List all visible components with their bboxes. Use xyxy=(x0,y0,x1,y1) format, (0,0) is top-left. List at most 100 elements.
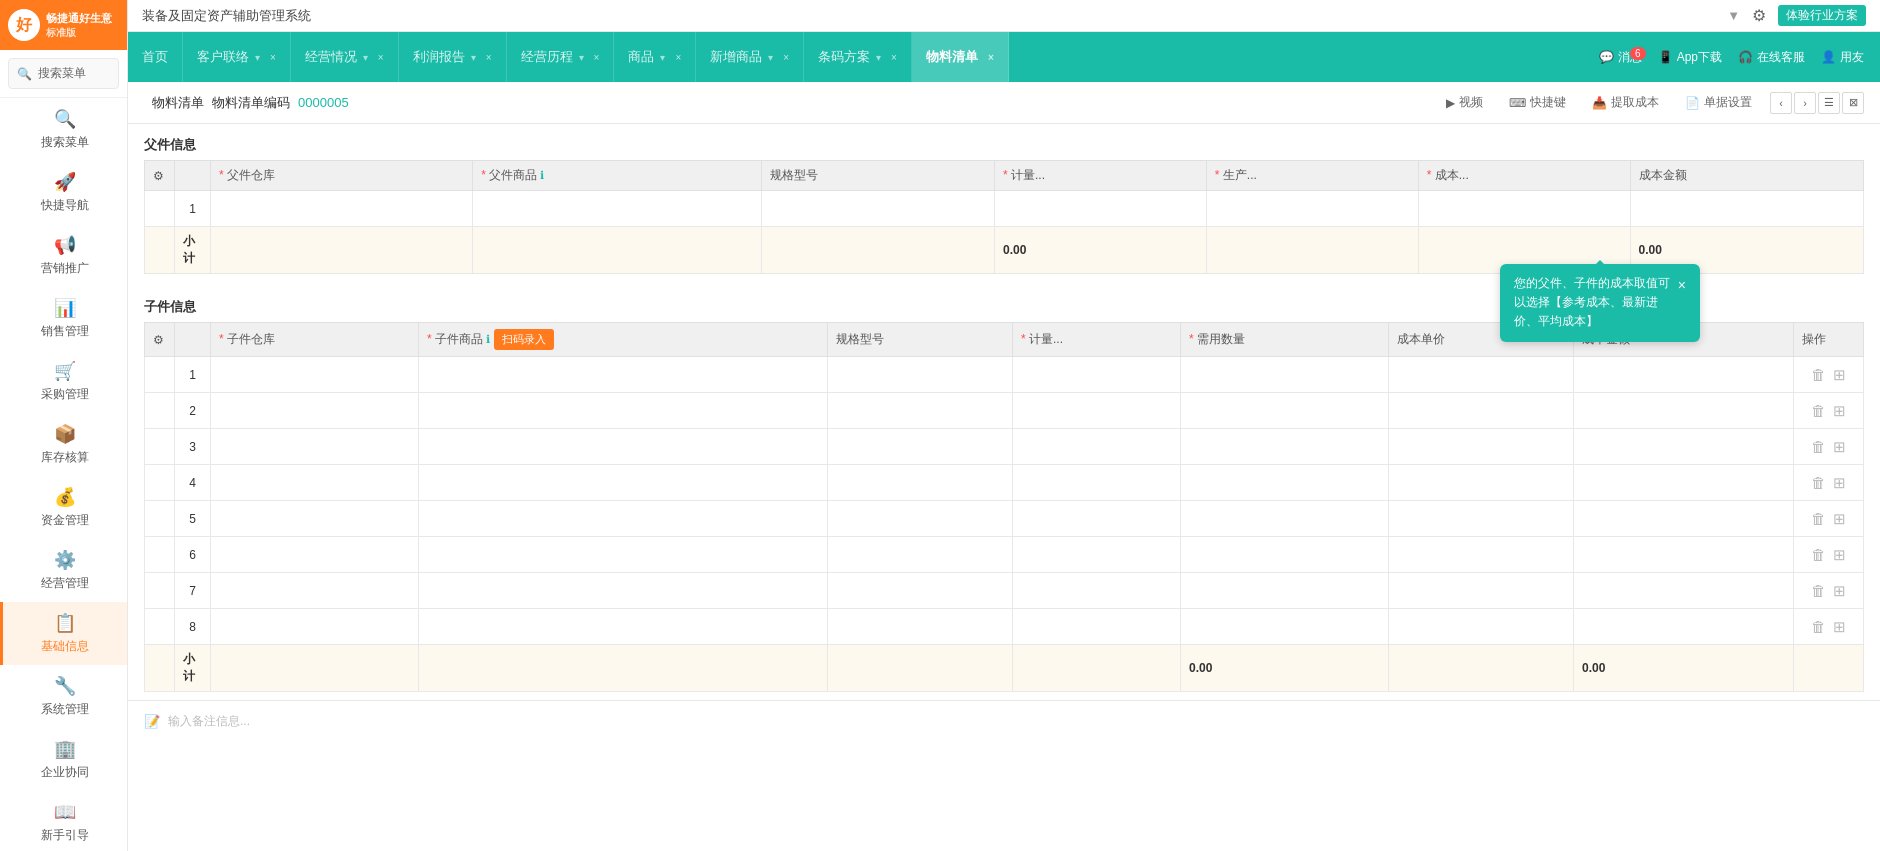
child-cell-cost-amount-3[interactable] xyxy=(1574,429,1794,465)
tab-close-new-goods[interactable]: × xyxy=(783,52,789,63)
copy-icon-8[interactable]: ⊞ xyxy=(1833,618,1846,635)
parent-cell-spec[interactable] xyxy=(761,191,994,227)
gear-icon[interactable]: ⚙ xyxy=(1752,6,1766,25)
parent-cell-cost-amount[interactable] xyxy=(1630,191,1863,227)
child-cell-unit-1[interactable] xyxy=(1013,357,1181,393)
child-cell-cost-amount-6[interactable] xyxy=(1574,537,1794,573)
tab-new-goods[interactable]: 新增商品▾× xyxy=(696,32,804,82)
list-view-btn[interactable]: ☰ xyxy=(1818,92,1840,114)
child-cell-warehouse-4[interactable] xyxy=(211,465,419,501)
child-cell-cost-amount-4[interactable] xyxy=(1574,465,1794,501)
child-cell-warehouse-2[interactable] xyxy=(211,393,419,429)
tab-close-goods[interactable]: × xyxy=(675,52,681,63)
message-btn[interactable]: 💬 消息 6 xyxy=(1599,49,1642,66)
child-cell-cost-amount-5[interactable] xyxy=(1574,501,1794,537)
tab-barcode[interactable]: 条码方案▾× xyxy=(804,32,912,82)
child-cell-unit-cost-2[interactable] xyxy=(1388,393,1573,429)
child-cell-spec-3[interactable] xyxy=(827,429,1012,465)
tab-bom[interactable]: 物料清单× xyxy=(912,32,1009,82)
sidebar-item-sales[interactable]: 📊销售管理 xyxy=(0,287,127,350)
child-cell-unit-3[interactable] xyxy=(1013,429,1181,465)
search-menu-button[interactable]: 🔍 搜索菜单 xyxy=(8,58,119,89)
sidebar-item-company[interactable]: 🏢企业协同 xyxy=(0,728,127,791)
child-cell-qty-1[interactable] xyxy=(1181,357,1389,393)
tab-close-profit[interactable]: × xyxy=(486,52,492,63)
child-cell-goods-8[interactable] xyxy=(418,609,827,645)
online-service-btn[interactable]: 🎧 在线客服 xyxy=(1738,49,1805,66)
sidebar-item-warehouse[interactable]: 📦库存核算 xyxy=(0,413,127,476)
delete-icon-6[interactable]: 🗑 xyxy=(1811,546,1826,563)
child-cell-spec-5[interactable] xyxy=(827,501,1012,537)
tab-home[interactable]: 首页 xyxy=(128,32,183,82)
copy-icon-5[interactable]: ⊞ xyxy=(1833,510,1846,527)
copy-icon-2[interactable]: ⊞ xyxy=(1833,402,1846,419)
experience-btn[interactable]: 体验行业方案 xyxy=(1778,5,1866,26)
child-cell-goods-3[interactable] xyxy=(418,429,827,465)
child-cell-unit-6[interactable] xyxy=(1013,537,1181,573)
tab-profit[interactable]: 利润报告▾× xyxy=(399,32,507,82)
sidebar-item-finance[interactable]: 💰资金管理 xyxy=(0,476,127,539)
tab-operations[interactable]: 经营情况▾× xyxy=(291,32,399,82)
child-cell-warehouse-6[interactable] xyxy=(211,537,419,573)
child-cell-unit-cost-8[interactable] xyxy=(1388,609,1573,645)
child-cell-unit-cost-5[interactable] xyxy=(1388,501,1573,537)
prev-arrow[interactable]: ‹ xyxy=(1770,92,1792,114)
child-cell-goods-4[interactable] xyxy=(418,465,827,501)
child-cell-unit-cost-1[interactable] xyxy=(1388,357,1573,393)
child-cell-warehouse-8[interactable] xyxy=(211,609,419,645)
delete-icon-1[interactable]: 🗑 xyxy=(1811,366,1826,383)
child-cell-goods-1[interactable] xyxy=(418,357,827,393)
col-settings-icon[interactable]: ⚙ xyxy=(153,169,164,183)
copy-icon-7[interactable]: ⊞ xyxy=(1833,582,1846,599)
sidebar-item-search[interactable]: 🔍搜索菜单 xyxy=(0,98,127,161)
extract-cost-btn[interactable]: 📥 提取成本 xyxy=(1584,90,1667,115)
child-cell-warehouse-1[interactable] xyxy=(211,357,419,393)
copy-icon-3[interactable]: ⊞ xyxy=(1833,438,1846,455)
parent-cell-cost[interactable] xyxy=(1418,191,1630,227)
parent-cell-unit[interactable] xyxy=(994,191,1206,227)
child-cell-unit-cost-7[interactable] xyxy=(1388,573,1573,609)
delete-icon-4[interactable]: 🗑 xyxy=(1811,474,1826,491)
child-col-settings-icon[interactable]: ⚙ xyxy=(153,333,164,347)
child-cell-unit-7[interactable] xyxy=(1013,573,1181,609)
single-settings-btn[interactable]: 📄 单据设置 xyxy=(1677,90,1760,115)
sidebar-item-ops-mgmt[interactable]: ⚙️经营管理 xyxy=(0,539,127,602)
next-arrow[interactable]: › xyxy=(1794,92,1816,114)
scan-input-btn[interactable]: 扫码录入 xyxy=(494,329,554,350)
child-cell-cost-amount-7[interactable] xyxy=(1574,573,1794,609)
child-cell-spec-8[interactable] xyxy=(827,609,1012,645)
child-cell-warehouse-5[interactable] xyxy=(211,501,419,537)
close-page-btn[interactable]: ⊠ xyxy=(1842,92,1864,114)
child-cell-spec-7[interactable] xyxy=(827,573,1012,609)
child-cell-unit-2[interactable] xyxy=(1013,393,1181,429)
child-cell-qty-4[interactable] xyxy=(1181,465,1389,501)
copy-icon-6[interactable]: ⊞ xyxy=(1833,546,1846,563)
tab-close-operations[interactable]: × xyxy=(378,52,384,63)
child-cell-unit-cost-6[interactable] xyxy=(1388,537,1573,573)
child-cell-qty-3[interactable] xyxy=(1181,429,1389,465)
delete-icon-8[interactable]: 🗑 xyxy=(1811,618,1826,635)
tab-customer[interactable]: 客户联络▾× xyxy=(183,32,291,82)
delete-icon-7[interactable]: 🗑 xyxy=(1811,582,1826,599)
sidebar-item-marketing[interactable]: 📢营销推广 xyxy=(0,224,127,287)
view-btn[interactable]: ▶ 视频 xyxy=(1438,90,1491,115)
sidebar-item-base-info[interactable]: 📋基础信息 xyxy=(0,602,127,665)
child-cell-unit-4[interactable] xyxy=(1013,465,1181,501)
copy-icon-1[interactable]: ⊞ xyxy=(1833,366,1846,383)
shortcut-btn[interactable]: ⌨ 快捷键 xyxy=(1501,90,1574,115)
child-cell-goods-7[interactable] xyxy=(418,573,827,609)
child-cell-unit-cost-3[interactable] xyxy=(1388,429,1573,465)
child-cell-qty-7[interactable] xyxy=(1181,573,1389,609)
child-cell-qty-6[interactable] xyxy=(1181,537,1389,573)
child-cell-spec-2[interactable] xyxy=(827,393,1012,429)
child-cell-cost-amount-8[interactable] xyxy=(1574,609,1794,645)
child-cell-cost-amount-2[interactable] xyxy=(1574,393,1794,429)
child-cell-qty-2[interactable] xyxy=(1181,393,1389,429)
tab-close-bom[interactable]: × xyxy=(988,52,994,63)
child-cell-qty-8[interactable] xyxy=(1181,609,1389,645)
sidebar-item-quick-nav[interactable]: 🚀快捷导航 xyxy=(0,161,127,224)
breadcrumb-bom[interactable]: 物料清单 xyxy=(144,94,212,112)
child-cell-goods-5[interactable] xyxy=(418,501,827,537)
delete-icon-3[interactable]: 🗑 xyxy=(1811,438,1826,455)
child-cell-goods-6[interactable] xyxy=(418,537,827,573)
